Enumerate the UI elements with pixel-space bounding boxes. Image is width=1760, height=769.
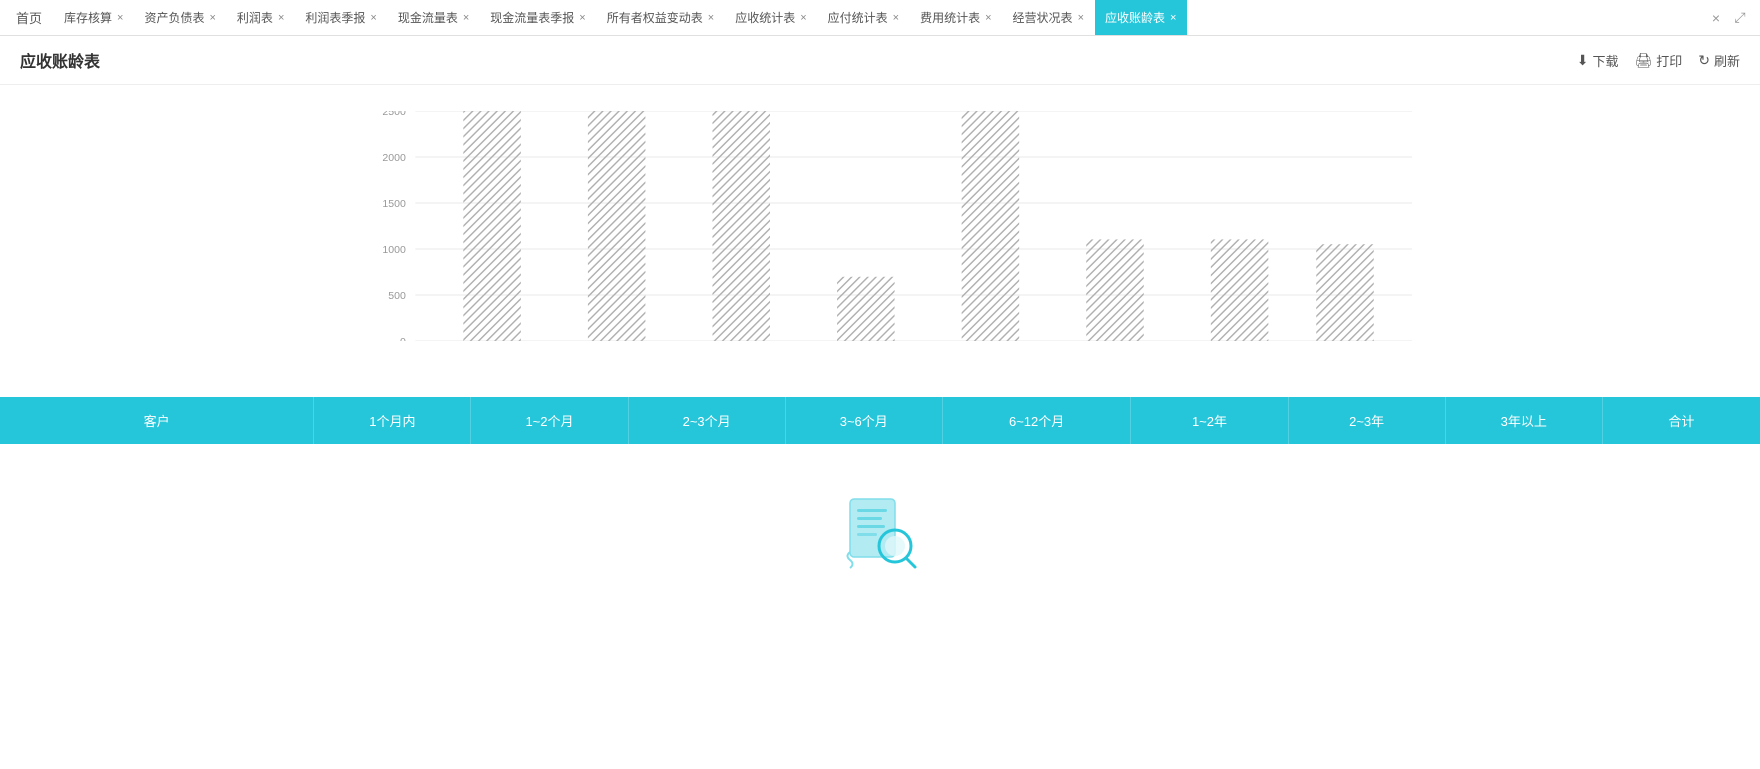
- print-button[interactable]: 🖨 打印: [1634, 51, 1682, 70]
- bar-3plus-year: [1316, 244, 1374, 341]
- print-icon: 🖨: [1634, 52, 1652, 69]
- col-header-3-6month: 3~6个月: [786, 397, 943, 444]
- bar-1-2month: [588, 111, 646, 341]
- content-area: 2500 2000 1500 1000 500 0 1月内 1~2月: [0, 85, 1760, 769]
- tab-bar: 首页 库存核算 × 资产负债表 × 利润表 × 利润表季报 × 现金流量表 × …: [0, 0, 1760, 36]
- col-header-customer: 客户: [0, 397, 314, 444]
- chart-section: 2500 2000 1500 1000 500 0 1月内 1~2月: [0, 85, 1760, 397]
- tab-cashflow[interactable]: 现金流量表 ×: [388, 0, 480, 36]
- close-profit-quarterly-tab[interactable]: ×: [370, 12, 376, 24]
- tab-inventory[interactable]: 库存核算 ×: [54, 0, 134, 36]
- close-ops-status-tab[interactable]: ×: [1078, 12, 1084, 24]
- page-header: 应收账龄表 ⬇ 下载 🖨 打印 ↻ 刷新: [0, 36, 1760, 85]
- close-balance-tab[interactable]: ×: [209, 12, 215, 24]
- svg-text:2000: 2000: [382, 152, 406, 164]
- page-title: 应收账龄表: [20, 48, 100, 72]
- close-equity-tab[interactable]: ×: [708, 12, 714, 24]
- bar-1-2year: [1086, 239, 1144, 341]
- bar-6-12month: [962, 111, 1020, 341]
- svg-text:500: 500: [388, 290, 406, 302]
- header-actions: ⬇ 下载 🖨 打印 ↻ 刷新: [1577, 51, 1740, 70]
- table-header: 客户 1个月内 1~2个月 2~3个月 3~6个月 6~12个月 1~2年 2~…: [0, 397, 1760, 444]
- chart-container: 2500 2000 1500 1000 500 0 1月内 1~2月: [20, 101, 1740, 381]
- col-header-total: 合计: [1603, 397, 1760, 444]
- tab-ops-status[interactable]: 经营状况表 ×: [1003, 0, 1095, 36]
- close-cashflow-quarterly-tab[interactable]: ×: [579, 12, 585, 24]
- download-icon: ⬇: [1577, 52, 1589, 69]
- svg-text:1500: 1500: [382, 198, 406, 210]
- col-header-2-3year: 2~3年: [1289, 397, 1446, 444]
- col-header-2-3month: 2~3个月: [629, 397, 786, 444]
- refresh-icon: ↻: [1698, 52, 1710, 69]
- refresh-button[interactable]: ↻ 刷新: [1698, 51, 1740, 70]
- close-window-button[interactable]: ×: [1708, 10, 1724, 26]
- tab-home[interactable]: 首页: [4, 8, 54, 27]
- tab-profit[interactable]: 利润表 ×: [227, 0, 295, 36]
- bar-chart: 2500 2000 1500 1000 500 0 1月内 1~2月: [80, 111, 1690, 341]
- close-inventory-tab[interactable]: ×: [117, 12, 123, 24]
- download-button[interactable]: ⬇ 下载: [1577, 51, 1619, 70]
- col-header-3plus: 3年以上: [1446, 397, 1603, 444]
- close-profit-tab[interactable]: ×: [278, 12, 284, 24]
- tab-ap-stat[interactable]: 应付统计表 ×: [818, 0, 910, 36]
- tab-expense-stat[interactable]: 费用统计表 ×: [910, 0, 1002, 36]
- svg-text:1000: 1000: [382, 244, 406, 256]
- bar-2-3month: [713, 111, 771, 341]
- empty-icon: [830, 484, 930, 587]
- svg-text:2500: 2500: [382, 111, 406, 118]
- close-cashflow-tab[interactable]: ×: [463, 12, 469, 24]
- tab-cashflow-quarterly[interactable]: 现金流量表季报 ×: [480, 0, 596, 36]
- tab-ar-aging[interactable]: 应收账龄表 ×: [1095, 0, 1187, 36]
- svg-text:0: 0: [400, 336, 406, 341]
- tab-profit-quarterly[interactable]: 利润表季报 ×: [295, 0, 387, 36]
- bar-1month: [463, 111, 521, 341]
- tab-balance[interactable]: 资产负债表 ×: [134, 0, 226, 36]
- col-header-1-2year: 1~2年: [1131, 397, 1288, 444]
- tab-ar-stat[interactable]: 应收统计表 ×: [725, 0, 817, 36]
- close-ar-aging-tab[interactable]: ×: [1170, 12, 1176, 24]
- tab-equity[interactable]: 所有者权益变动表 ×: [597, 0, 725, 36]
- window-controls: × ⤢: [1700, 10, 1756, 26]
- maximize-window-button[interactable]: ⤢: [1732, 10, 1748, 26]
- empty-state: [0, 444, 1760, 627]
- col-header-6-12month: 6~12个月: [943, 397, 1132, 444]
- col-header-1month: 1个月内: [314, 397, 471, 444]
- close-ap-stat-tab[interactable]: ×: [893, 12, 899, 24]
- close-ar-stat-tab[interactable]: ×: [800, 12, 806, 24]
- col-header-1-2month: 1~2个月: [471, 397, 628, 444]
- bar-2-3year: [1211, 239, 1269, 341]
- bar-3-6month: [837, 277, 895, 341]
- close-expense-stat-tab[interactable]: ×: [985, 12, 991, 24]
- table-section: 客户 1个月内 1~2个月 2~3个月 3~6个月 6~12个月 1~2年 2~…: [0, 397, 1760, 627]
